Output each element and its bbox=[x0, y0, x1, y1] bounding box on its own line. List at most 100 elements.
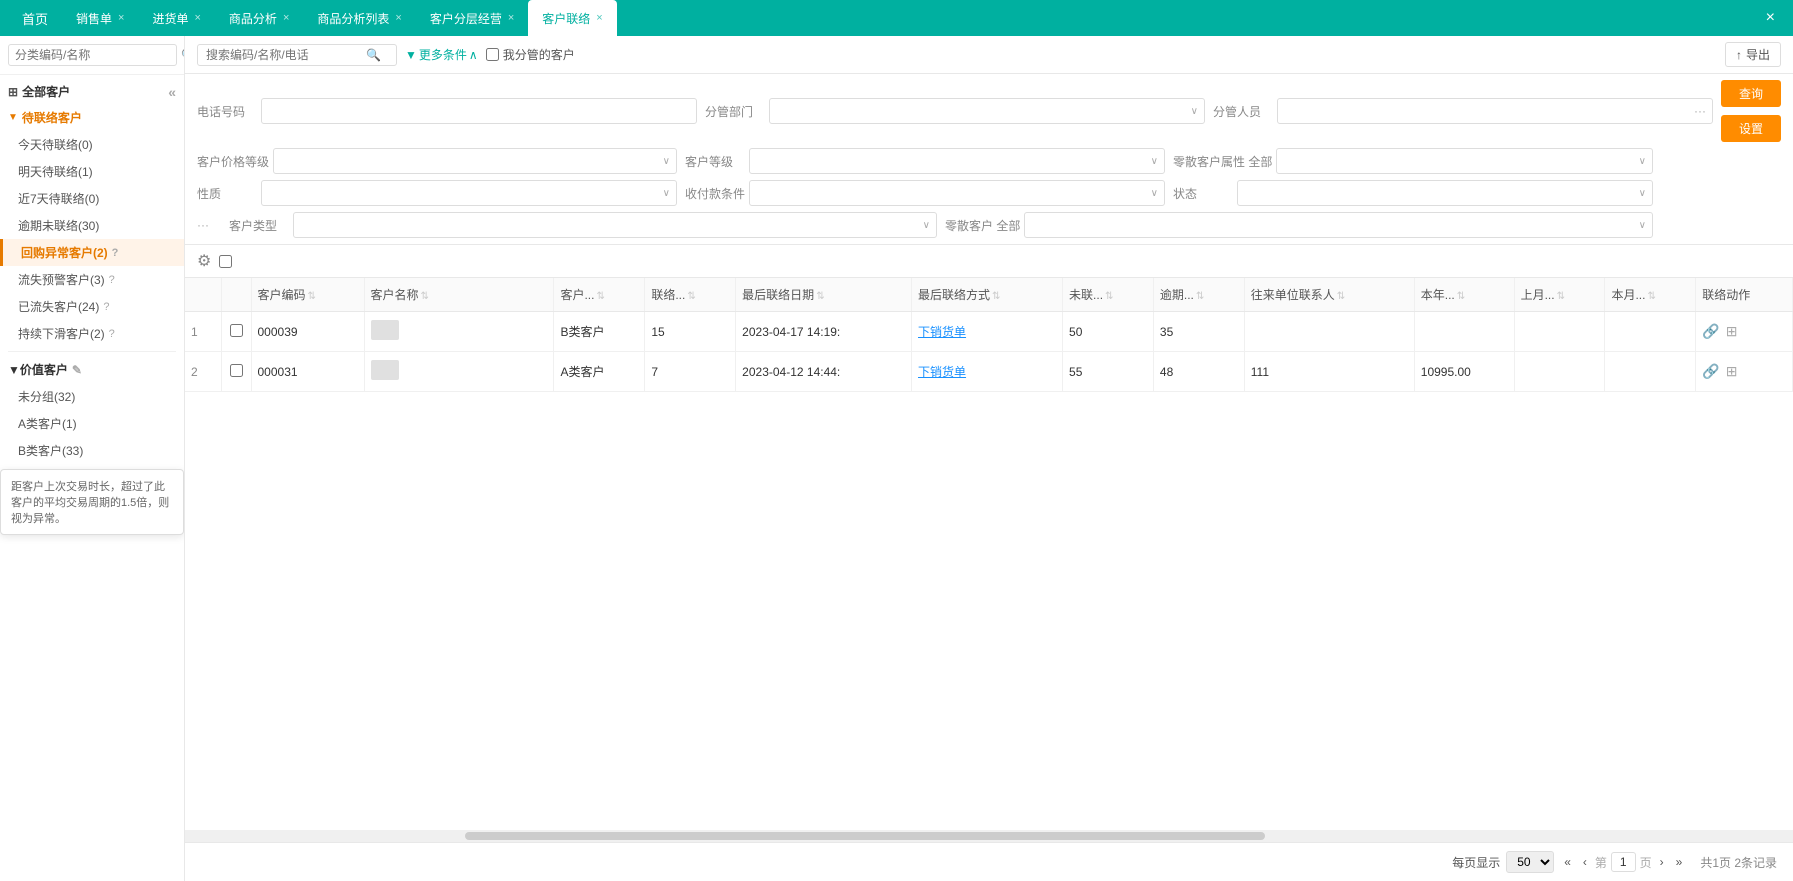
page-nav: « ‹ 第 1 页 › » bbox=[1560, 852, 1686, 872]
nature-select[interactable]: ∨ bbox=[261, 180, 677, 206]
query-btn[interactable]: 查询 bbox=[1721, 80, 1781, 107]
search-input[interactable] bbox=[206, 48, 366, 62]
sidebar-item-b-class[interactable]: B类客户(33) bbox=[0, 437, 184, 464]
field-scatter-customer: 零散客户 全部 ∨ bbox=[945, 212, 1653, 238]
field-nature: 性质 ∨ bbox=[197, 180, 677, 206]
sidebar: 🔍 ⊞ 全部客户 « ▼ 待联络客户 今天待联络(0) 明天待联络(1) 近7天… bbox=[0, 36, 185, 881]
nav-home[interactable]: 首页 bbox=[8, 9, 62, 28]
close-product-list-icon[interactable]: × bbox=[395, 12, 401, 24]
close-sales-icon[interactable]: × bbox=[118, 12, 124, 24]
status-select[interactable]: ∨ bbox=[1237, 180, 1653, 206]
customer-type-select[interactable]: ∨ bbox=[293, 212, 937, 238]
sidebar-item-today[interactable]: 今天待联络(0) bbox=[0, 131, 184, 158]
person-dots-icon: ··· bbox=[1694, 104, 1706, 118]
row2-this-month bbox=[1605, 352, 1696, 392]
per-page-label: 每页显示 bbox=[1452, 854, 1500, 871]
sort-contact-person-icon: ⇅ bbox=[1337, 291, 1345, 302]
nav-sales[interactable]: 销售单 × bbox=[62, 0, 138, 36]
sidebar-item-repeat-buy[interactable]: 回购异常客户(2) ? bbox=[0, 239, 184, 266]
my-customers-checkbox[interactable] bbox=[486, 48, 499, 61]
first-page-btn[interactable]: « bbox=[1560, 853, 1575, 871]
close-customer-tier-icon[interactable]: × bbox=[508, 12, 514, 24]
payment-caret-icon: ∨ bbox=[1151, 188, 1158, 199]
sidebar-item-7days[interactable]: 近7天待联络(0) bbox=[0, 185, 184, 212]
sidebar-item-tomorrow[interactable]: 明天待联络(1) bbox=[0, 158, 184, 185]
prev-page-btn[interactable]: ‹ bbox=[1579, 853, 1591, 871]
export-btn[interactable]: ↑ 导出 bbox=[1725, 42, 1781, 67]
value-group-title[interactable]: ▼ 价值客户 ✎ bbox=[0, 356, 184, 383]
close-purchase-icon[interactable]: × bbox=[194, 12, 200, 24]
row2-link-icon[interactable]: 🔗 bbox=[1702, 363, 1719, 380]
sidebar-item-overdue[interactable]: 逾期未联络(30) bbox=[0, 212, 184, 239]
row2-action-icons: 🔗 ⊞ bbox=[1702, 363, 1786, 380]
nature-caret-icon: ∨ bbox=[663, 188, 670, 199]
row2-contact-count: 7 bbox=[645, 352, 736, 392]
query-btn-group: 查询 设置 bbox=[1721, 80, 1781, 142]
nav-product-analysis[interactable]: 商品分析 × bbox=[215, 0, 303, 36]
customer-grade-select[interactable]: ∨ bbox=[749, 148, 1165, 174]
last-page-btn[interactable]: » bbox=[1672, 853, 1687, 871]
person-label: 分管人员 bbox=[1213, 103, 1273, 120]
row2-last-method-link[interactable]: 下销货单 bbox=[918, 365, 966, 379]
row1-last-method-link[interactable]: 下销货单 bbox=[918, 325, 966, 339]
nav-product-analysis-list[interactable]: 商品分析列表 × bbox=[303, 0, 415, 36]
row1-grid-icon[interactable]: ⊞ bbox=[1726, 323, 1738, 340]
row1-seq: 1 bbox=[185, 312, 221, 352]
sidebar-item-lost-pre[interactable]: 流失预警客户(3) ? bbox=[0, 266, 184, 293]
sidebar-item-a-class[interactable]: A类客户(1) bbox=[0, 410, 184, 437]
collapse-sidebar-btn[interactable]: « bbox=[168, 84, 176, 100]
more-caret-icon: ∧ bbox=[469, 48, 478, 62]
scatter-customer-select[interactable]: ∨ bbox=[1024, 212, 1653, 238]
row1-avatar bbox=[371, 320, 399, 340]
more-dots[interactable]: ··· bbox=[197, 218, 209, 232]
next-page-btn[interactable]: › bbox=[1656, 853, 1668, 871]
table-gear-icon[interactable]: ⚙ bbox=[197, 251, 211, 271]
person-select[interactable]: ··· bbox=[1277, 98, 1713, 124]
table-select-all-checkbox[interactable] bbox=[219, 255, 232, 268]
pending-group[interactable]: ▼ 待联络客户 bbox=[0, 104, 184, 131]
price-grade-select[interactable]: ∨ bbox=[273, 148, 677, 174]
more-conditions-btn[interactable]: ▼ 更多条件 ∧ bbox=[405, 46, 478, 63]
phone-input[interactable] bbox=[261, 98, 697, 124]
top-nav: 首页 销售单 × 进货单 × 商品分析 × 商品分析列表 × 客户分层经营 × … bbox=[0, 0, 1793, 36]
price-grade-label: 客户价格等级 bbox=[197, 153, 269, 170]
th-last-method: 最后联络方式⇅ bbox=[912, 278, 1063, 312]
settings-btn[interactable]: 设置 bbox=[1721, 115, 1781, 142]
sidebar-item-ungroup[interactable]: 未分组(32) bbox=[0, 383, 184, 410]
row2-grid-icon[interactable]: ⊞ bbox=[1726, 363, 1738, 380]
scatter-customer-label: 零散客户 全部 bbox=[945, 217, 1020, 234]
row1-last-method: 下销货单 bbox=[912, 312, 1063, 352]
sidebar-item-declining[interactable]: 持续下滑客户(2) ? bbox=[0, 320, 184, 347]
scroll-thumb[interactable] bbox=[465, 832, 1265, 840]
sort-type-icon: ⇅ bbox=[596, 291, 604, 302]
filter-row-1: 电话号码 分管部门 ∨ 分管人员 ··· 查询 设置 bbox=[197, 80, 1781, 142]
row1-select-checkbox[interactable] bbox=[230, 324, 243, 337]
per-page-select[interactable]: 50 bbox=[1506, 851, 1554, 873]
dept-select[interactable]: ∨ bbox=[769, 98, 1205, 124]
payment-select[interactable]: ∨ bbox=[749, 180, 1165, 206]
th-code: 客户编码⇅ bbox=[251, 278, 364, 312]
scatter-attr-select[interactable]: ∨ bbox=[1276, 148, 1653, 174]
sidebar-item-already-lost[interactable]: 已流失客户(24) ? bbox=[0, 293, 184, 320]
horizontal-scrollbar[interactable] bbox=[185, 830, 1793, 842]
close-all-btn[interactable]: × bbox=[1756, 9, 1785, 27]
sidebar-search-input[interactable] bbox=[8, 44, 177, 66]
scatter-attr-label: 零散客户属性 全部 bbox=[1173, 153, 1272, 170]
current-page-input[interactable]: 1 bbox=[1611, 852, 1636, 872]
row1-this-year bbox=[1414, 312, 1514, 352]
row2-select-checkbox[interactable] bbox=[230, 364, 243, 377]
grid-icon: ⊞ bbox=[8, 85, 18, 99]
nav-customer-tier[interactable]: 客户分层经营 × bbox=[416, 0, 528, 36]
sort-last-method-icon: ⇅ bbox=[992, 291, 1000, 302]
close-customer-contact-icon[interactable]: × bbox=[596, 12, 602, 24]
value-edit-icon[interactable]: ✎ bbox=[72, 363, 82, 377]
sort-last-date-icon: ⇅ bbox=[816, 291, 824, 302]
nav-purchase[interactable]: 进货单 × bbox=[138, 0, 214, 36]
row2-last-method: 下销货单 bbox=[912, 352, 1063, 392]
nav-customer-contact[interactable]: 客户联络 × bbox=[528, 0, 616, 36]
row1-link-icon[interactable]: 🔗 bbox=[1702, 323, 1719, 340]
search-bar-icon[interactable]: 🔍 bbox=[366, 48, 381, 62]
close-product-analysis-icon[interactable]: × bbox=[283, 12, 289, 24]
th-this-year: 本年...⇅ bbox=[1414, 278, 1514, 312]
nature-label: 性质 bbox=[197, 185, 257, 202]
